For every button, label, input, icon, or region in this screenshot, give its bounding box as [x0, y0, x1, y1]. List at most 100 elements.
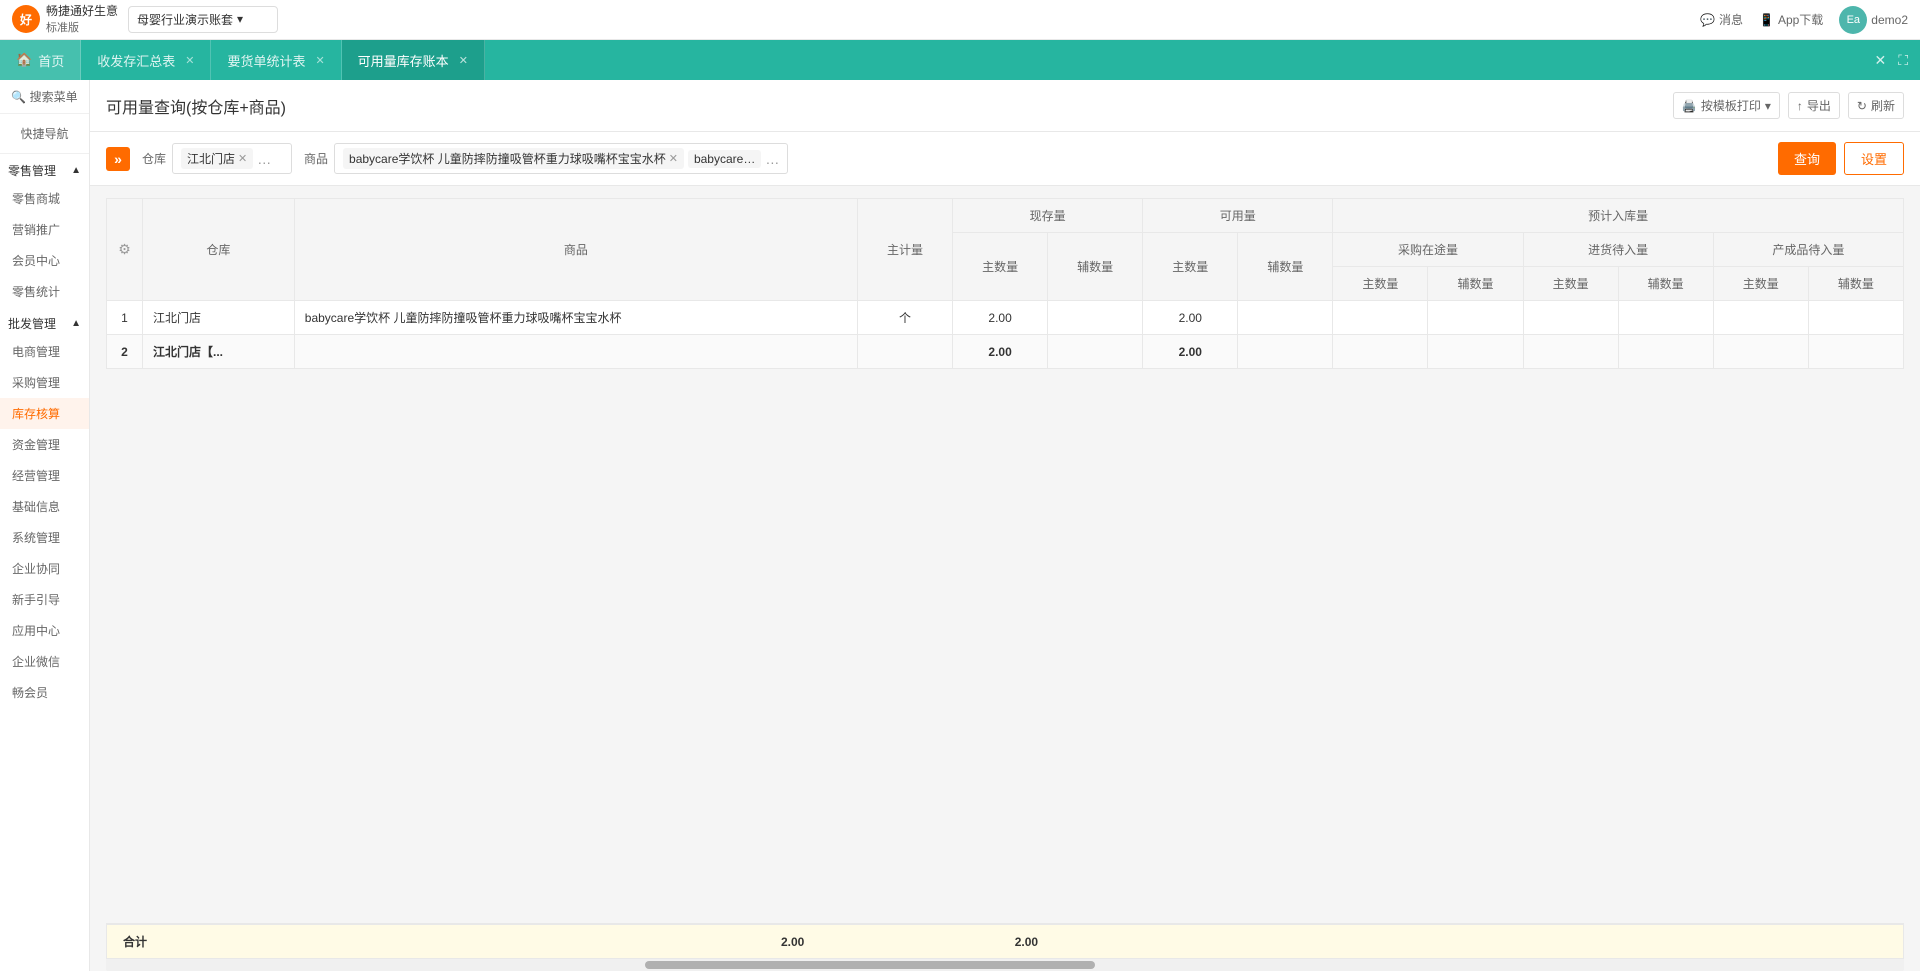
tab-yaohuo-label: 要货单统计表: [227, 51, 305, 70]
download-icon: 📱: [1759, 13, 1774, 27]
warehouse-input[interactable]: 江北门店 ✕ …: [172, 143, 292, 174]
tab-keyongliang[interactable]: 可用量库存账本 ✕: [342, 40, 485, 80]
sidebar-item-lingshao-shangcheng[interactable]: 零售商城: [0, 183, 89, 214]
message-icon: 💬: [1700, 13, 1715, 27]
data-table: ⚙ 仓库 商品 主计量 现存量 可用量 预计入库量 主数量 辅数量: [106, 198, 1904, 369]
warehouse-value: 江北门店: [187, 150, 235, 167]
sidebar-item-xitong[interactable]: 系统管理: [0, 522, 89, 553]
footer-stock-main: 2.00: [734, 935, 851, 949]
row1-prod-aux: [1808, 301, 1903, 335]
tab-yaohuo-close[interactable]: ✕: [315, 54, 324, 67]
template-print-label: 按模板打印: [1701, 97, 1761, 114]
row1-avail-main: 2.00: [1143, 301, 1238, 335]
sidebar-item-qiyeweixin[interactable]: 企业微信: [0, 646, 89, 677]
row2-product: [294, 335, 857, 369]
product-remove-btn1[interactable]: ✕: [669, 152, 678, 165]
sidebar-section-pifa[interactable]: 批发管理 ▲: [0, 307, 89, 336]
tab-home[interactable]: 🏠 首页: [0, 40, 81, 80]
search-label: 搜索菜单: [30, 90, 78, 104]
tab-shoufacun[interactable]: 收发存汇总表 ✕: [81, 40, 211, 80]
query-btn[interactable]: 查询: [1778, 142, 1836, 175]
sidebar-item-jingying[interactable]: 经营管理: [0, 460, 89, 491]
sidebar-item-kucun[interactable]: 库存核算: [0, 398, 89, 429]
product-input[interactable]: babycare学饮杯 儿童防摔防撞吸管杯重力球吸嘴杯宝宝水杯 ✕ babyca…: [334, 143, 788, 174]
row1-product: babycare学饮杯 儿童防摔防撞吸管杯重力球吸嘴杯宝宝水杯: [294, 301, 857, 335]
content-area: 可用量查询(按仓库+商品) 🖨️ 按模板打印 ▾ ↑ 导出 ↻ 刷新 »: [90, 80, 1920, 971]
pifa-caret: ▲: [71, 318, 81, 329]
nav-tabs: 🏠 首页 收发存汇总表 ✕ 要货单统计表 ✕ 可用量库存账本 ✕ ✕ ⛶: [0, 40, 1920, 80]
main-layout: 🔍 搜索菜单 快捷导航 零售管理 ▲ 零售商城 营销推广 会员中心 零售统计 批…: [0, 80, 1920, 971]
tab-yaohuo[interactable]: 要货单统计表 ✕: [211, 40, 341, 80]
row2-index: 2: [107, 335, 143, 369]
row1-index: 1: [107, 301, 143, 335]
export-btn[interactable]: ↑ 导出: [1788, 92, 1840, 119]
message-btn[interactable]: 💬 消息: [1700, 11, 1743, 28]
scrollbar-thumb[interactable]: [645, 961, 1095, 969]
col-avail-main: 主数量: [1143, 233, 1238, 301]
sidebar-item-yingyong[interactable]: 应用中心: [0, 615, 89, 646]
sidebar-item-qiye[interactable]: 企业协同: [0, 553, 89, 584]
refresh-label: 刷新: [1871, 97, 1895, 114]
filter-bar: » 仓库 江北门店 ✕ … 商品 babycare学饮杯 儿童防摔防撞吸管杯重力…: [90, 132, 1920, 186]
sidebar-item-caigou[interactable]: 采购管理: [0, 367, 89, 398]
sidebar-item-huiyuan[interactable]: 会员中心: [0, 245, 89, 276]
col-stock-main: 主数量: [953, 233, 1048, 301]
row1-prod-main: [1713, 301, 1808, 335]
tab-keyongliang-close[interactable]: ✕: [459, 54, 468, 67]
col-warehouse: 仓库: [143, 199, 295, 301]
account-selector[interactable]: 母婴行业演示账套 ▾: [128, 6, 278, 33]
sidebar-item-dianshang[interactable]: 电商管理: [0, 336, 89, 367]
refresh-btn[interactable]: ↻ 刷新: [1848, 92, 1904, 119]
filter-warehouse-field: 仓库 江北门店 ✕ …: [142, 143, 292, 174]
page-content: ⚙ 仓库 商品 主计量 现存量 可用量 预计入库量 主数量 辅数量: [90, 186, 1920, 971]
table-row: 2 江北门店【... 2.00 2.00: [107, 335, 1904, 369]
sidebar-item-changhui[interactable]: 畅会员: [0, 677, 89, 708]
settings-btn[interactable]: 设置: [1844, 142, 1904, 175]
row2-stock-main: 2.00: [953, 335, 1048, 369]
sidebar-item-zijin[interactable]: 资金管理: [0, 429, 89, 460]
table-row: 1 江北门店 babycare学饮杯 儿童防摔防撞吸管杯重力球吸嘴杯宝宝水杯 个…: [107, 301, 1904, 335]
user-area[interactable]: Ea demo2: [1839, 6, 1908, 34]
table-wrapper: ⚙ 仓库 商品 主计量 现存量 可用量 预计入库量 主数量 辅数量: [90, 186, 1920, 923]
sidebar-search[interactable]: 🔍 搜索菜单: [0, 80, 89, 114]
row2-prod-aux: [1808, 335, 1903, 369]
row2-stock-aux: [1048, 335, 1143, 369]
template-print-btn[interactable]: 🖨️ 按模板打印 ▾: [1673, 92, 1780, 119]
tab-home-label: 首页: [38, 51, 64, 70]
warehouse-dots[interactable]: …: [257, 151, 271, 167]
tab-shoufacun-label: 收发存汇总表: [97, 51, 175, 70]
sidebar-item-jichu[interactable]: 基础信息: [0, 491, 89, 522]
sidebar-section-lingshao[interactable]: 零售管理 ▲: [0, 154, 89, 183]
footer-avail-main: 2.00: [968, 935, 1085, 949]
warehouse-label: 仓库: [142, 150, 166, 167]
sidebar-item-lingshao-tongji[interactable]: 零售统计: [0, 276, 89, 307]
sidebar-item-yingxiao[interactable]: 营销推广: [0, 214, 89, 245]
row1-warehouse: 江北门店: [143, 301, 295, 335]
row1-avail-aux: [1238, 301, 1333, 335]
sidebar-item-xinshou[interactable]: 新手引导: [0, 584, 89, 615]
avatar: Ea: [1839, 6, 1867, 34]
fullscreen-btn[interactable]: ⛶: [1894, 50, 1912, 71]
product-value2: babycare…: [694, 152, 755, 166]
col-settings: ⚙: [107, 199, 143, 301]
logo-text-block: 畅捷通好生意 标准版: [46, 4, 118, 34]
scrollbar-row[interactable]: [106, 959, 1904, 971]
col-current-stock: 现存量: [953, 199, 1143, 233]
selector-caret: ▾: [237, 12, 243, 26]
col-production: 产成品待入量: [1713, 233, 1903, 267]
col-expected-in: 预计入库量: [1333, 199, 1904, 233]
filter-expand-btn[interactable]: »: [106, 147, 130, 171]
product-tag1: babycare学饮杯 儿童防摔防撞吸管杯重力球吸嘴杯宝宝水杯 ✕: [343, 148, 684, 169]
gear-icon[interactable]: ⚙: [118, 241, 131, 257]
warehouse-tag: 江北门店 ✕: [181, 148, 253, 169]
warehouse-remove-btn[interactable]: ✕: [238, 152, 247, 165]
tab-shoufacun-close[interactable]: ✕: [185, 54, 194, 67]
home-icon: 🏠: [16, 52, 32, 68]
close-all-tabs-btn[interactable]: ✕: [1870, 50, 1890, 71]
nav-controls: ✕ ⛶: [1862, 40, 1920, 80]
download-btn[interactable]: 📱 App下载: [1759, 11, 1823, 28]
sidebar-quick-nav[interactable]: 快捷导航: [0, 118, 89, 149]
product-dots[interactable]: …: [765, 151, 779, 167]
col-available: 可用量: [1143, 199, 1333, 233]
logo-area: 好 畅捷通好生意 标准版: [12, 4, 118, 34]
